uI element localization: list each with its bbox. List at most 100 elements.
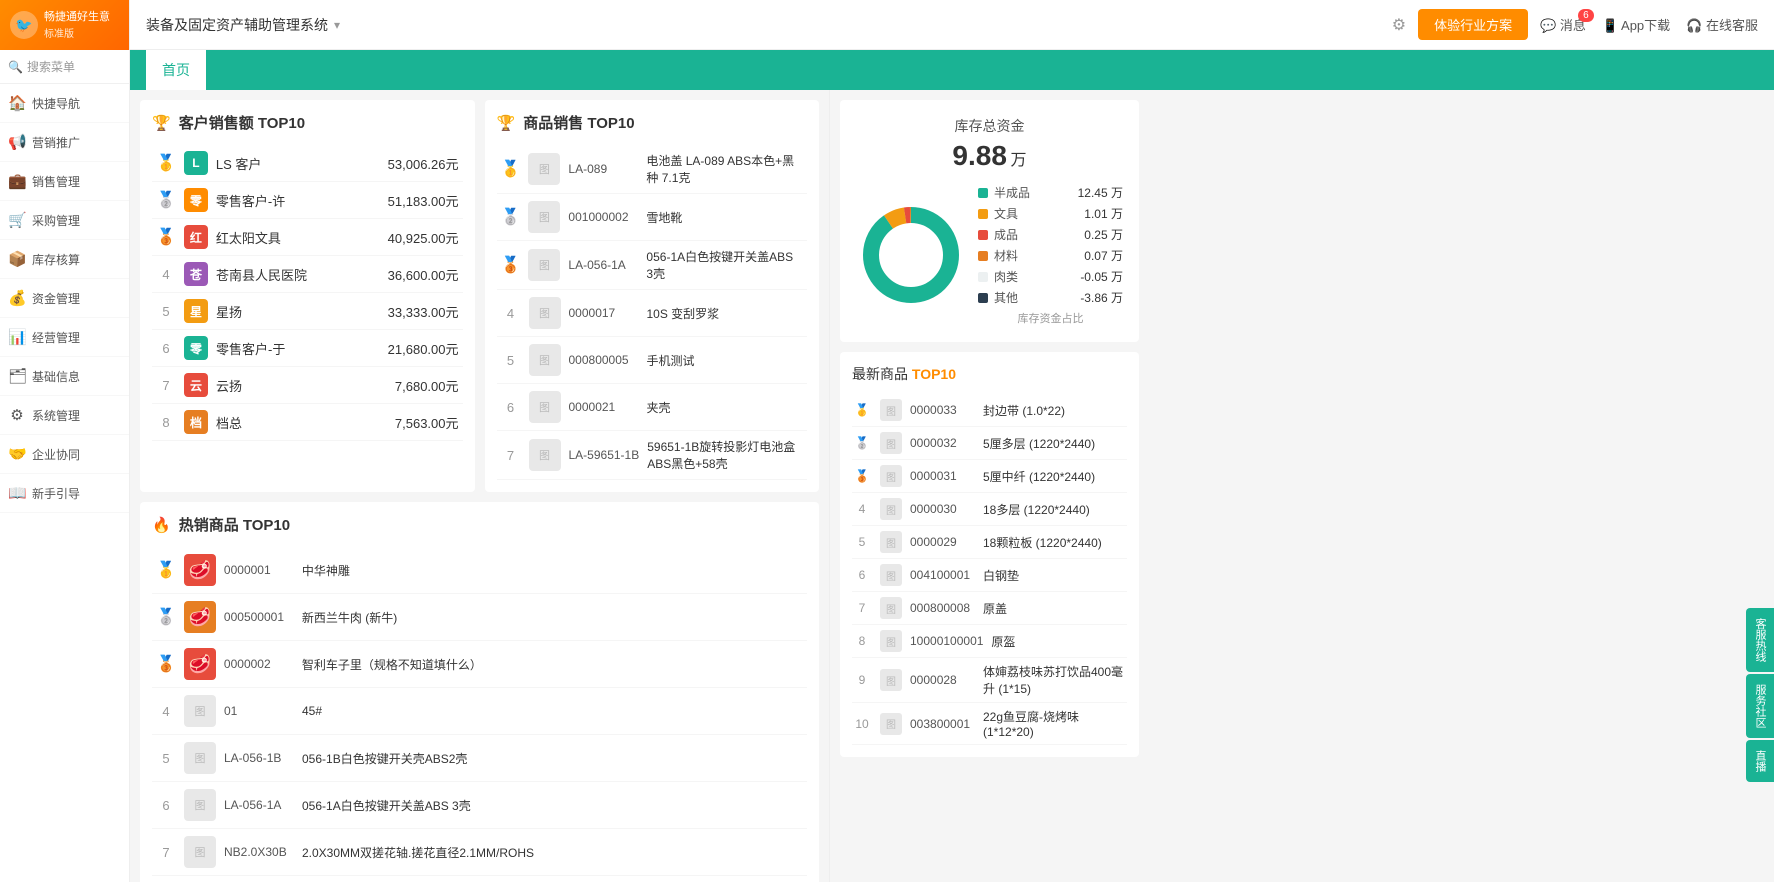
rank-number: 4 <box>852 502 872 516</box>
rank-number: 6 <box>156 798 176 813</box>
legend-name: 其他 <box>994 289 1074 306</box>
tab-home[interactable]: 首页 <box>146 50 206 90</box>
settings-icon[interactable]: ⚙ <box>1392 15 1406 35</box>
legend-value: -0.05 万 <box>1080 268 1123 285</box>
list-item: 10 图 003800001 22g鱼豆腐-烧烤味 (1*12*20) <box>852 703 1127 745</box>
customer-top10-list: 🥇 L LS 客户 53,006.26元 🥈 零 零售客户-许 51,183.0… <box>152 145 463 441</box>
customer-value: 40,925.00元 <box>388 228 459 247</box>
product-name: 45# <box>302 704 803 718</box>
product-name: 封边带 (1.0*22) <box>983 402 1127 419</box>
logo-icon: 🐦 <box>10 11 38 39</box>
float-btn-community[interactable]: 服务社区 <box>1746 674 1774 738</box>
product-code: 001000002 <box>568 210 638 224</box>
sidebar-item-新手引导[interactable]: 📖新手引导 <box>0 474 129 513</box>
product-code: LA-056-1A <box>568 258 638 272</box>
product-thumbnail: 图 <box>529 297 561 329</box>
list-item: 6 图 004100001 白钢垫 <box>852 559 1127 592</box>
new-products-top10: TOP10 <box>912 366 956 382</box>
sidebar-item-库存核算[interactable]: 📦库存核算 <box>0 240 129 279</box>
float-btn-live[interactable]: 直播 <box>1746 740 1774 782</box>
sidebar-item-企业协同[interactable]: 🤝企业协同 <box>0 435 129 474</box>
product-name: 电池盖 LA-089 ABS本色+黑种 7.1克 <box>646 152 803 186</box>
sidebar-item-资金管理[interactable]: 💰资金管理 <box>0 279 129 318</box>
rank-number: 4 <box>156 704 176 719</box>
tab-home-label: 首页 <box>162 60 190 80</box>
product-name: 056-1A白色按键开关盖ABS 3壳 <box>646 248 803 282</box>
product-thumbnail: 图 <box>880 465 902 487</box>
table-row: 5 星 星扬 33,333.00元 <box>152 293 463 330</box>
product-thumbnail: 图 <box>880 713 902 735</box>
legend-item: 其他 -3.86 万 <box>978 289 1123 306</box>
sidebar-item-系统管理[interactable]: ⚙系统管理 <box>0 396 129 435</box>
nav-icon: 📦 <box>8 250 26 268</box>
new-products-list: 🥇 图 0000033 封边带 (1.0*22) 🥈 图 0000032 5厘多… <box>852 394 1127 745</box>
list-item: 5 图 LA-056-1B 056-1B白色按键开关壳ABS2壳 <box>152 735 807 782</box>
hot-products-panel: 🔥 热销商品 TOP10 🥇 🥩 0000001 中华神雕 🥈 🥩 000500… <box>140 502 819 882</box>
sidebar-item-经营管理[interactable]: 📊经营管理 <box>0 318 129 357</box>
nav-label: 资金管理 <box>32 290 80 307</box>
customer-value: 7,563.00元 <box>395 413 459 432</box>
nav-label: 基础信息 <box>32 368 80 385</box>
sidebar-item-快捷导航[interactable]: 🏠快捷导航 <box>0 84 129 123</box>
avatar: 零 <box>184 188 208 212</box>
search-menu[interactable]: 🔍 搜索菜单 <box>0 50 129 84</box>
experience-button[interactable]: 体验行业方案 <box>1418 9 1528 40</box>
customer-value: 53,006.26元 <box>388 154 459 173</box>
customer-top10-title: 🏆 客户销售额 TOP10 <box>152 112 463 133</box>
inventory-sub-label: 库存资金占比 <box>978 310 1123 326</box>
product-sales-panel: 🏆 商品销售 TOP10 🥇 图 LA-089 电池盖 LA-089 ABS本色… <box>485 100 820 492</box>
product-code: 003800001 <box>910 717 975 731</box>
legend-name: 肉类 <box>994 268 1074 285</box>
legend-dot <box>978 293 988 303</box>
sidebar-item-销售管理[interactable]: 💼销售管理 <box>0 162 129 201</box>
product-code: 10000100001 <box>910 634 983 648</box>
medal-icon: 🥈 <box>156 607 176 627</box>
list-item: 4 图 01 45# <box>152 688 807 735</box>
table-row: 7 云 云扬 7,680.00元 <box>152 367 463 404</box>
medal-icon: 🥇 <box>156 153 176 173</box>
sidebar-item-采购管理[interactable]: 🛒采购管理 <box>0 201 129 240</box>
product-thumbnail: 🥩 <box>184 601 216 633</box>
float-btn-service[interactable]: 客服热线 <box>1746 608 1774 672</box>
table-row: 5 图 000800005 手机测试 <box>497 337 808 384</box>
medal-icon: 🥇 <box>501 159 521 179</box>
main-area: 装备及固定资产辅助管理系统 ▾ ⚙ 体验行业方案 💬 消息 6 📱 App下载 … <box>130 0 1774 882</box>
customer-value: 21,680.00元 <box>388 339 459 358</box>
nav-label: 新手引导 <box>32 485 80 502</box>
list-item: 5 图 0000029 18颗粒板 (1220*2440) <box>852 526 1127 559</box>
messages-badge: 6 <box>1578 9 1594 22</box>
app-download-label: App下载 <box>1621 18 1670 33</box>
donut-chart-area: 半成品 12.45 万 文具 1.01 万 成品 0.25 万 材料 0.07 … <box>856 184 1123 326</box>
sidebar-item-营销推广[interactable]: 📢营销推广 <box>0 123 129 162</box>
content-area: 🏆 客户销售额 TOP10 🥇 L LS 客户 53,006.26元 🥈 零 零… <box>130 90 1774 882</box>
list-item: 6 图 LA-056-1A 056-1A白色按键开关盖ABS 3壳 <box>152 782 807 829</box>
rank-number: 5 <box>156 304 176 319</box>
product-code: LA-59651-1B <box>569 448 640 462</box>
donut-chart <box>856 200 966 310</box>
inventory-big-num: 9.88 <box>952 140 1007 171</box>
legend-value: 1.01 万 <box>1084 205 1123 222</box>
messages-button[interactable]: 💬 消息 6 <box>1540 15 1586 34</box>
medal-icon: 🥈 <box>501 207 521 227</box>
sidebar-item-基础信息[interactable]: 🗂基础信息 <box>0 357 129 396</box>
nav-icon: 💼 <box>8 172 26 190</box>
online-service-button[interactable]: 🎧 在线客服 <box>1686 15 1758 34</box>
customer-name: 苍南县人民医院 <box>216 265 380 284</box>
nav-icon: 📢 <box>8 133 26 151</box>
legend-item: 成品 0.25 万 <box>978 226 1123 243</box>
legend-value: 0.25 万 <box>1084 226 1123 243</box>
product-thumbnail: 图 <box>528 153 560 185</box>
rank-number: 4 <box>156 267 176 282</box>
customer-name: 云扬 <box>216 376 387 395</box>
product-name: 智利车子里（规格不知道填什么） <box>302 656 803 673</box>
rank-number: 10 <box>852 717 872 731</box>
table-row: 🥉 红 红太阳文具 40,925.00元 <box>152 219 463 256</box>
inventory-unit: 万 <box>1011 152 1027 169</box>
list-item: 🥇 🥩 0000001 中华神雕 <box>152 547 807 594</box>
product-thumbnail: 图 <box>880 630 902 652</box>
product-name: 18多层 (1220*2440) <box>983 501 1127 518</box>
nav-label: 快捷导航 <box>32 95 80 112</box>
app-download-button[interactable]: 📱 App下载 <box>1602 15 1670 34</box>
customer-name: LS 客户 <box>216 154 380 173</box>
legend-name: 成品 <box>994 226 1078 243</box>
